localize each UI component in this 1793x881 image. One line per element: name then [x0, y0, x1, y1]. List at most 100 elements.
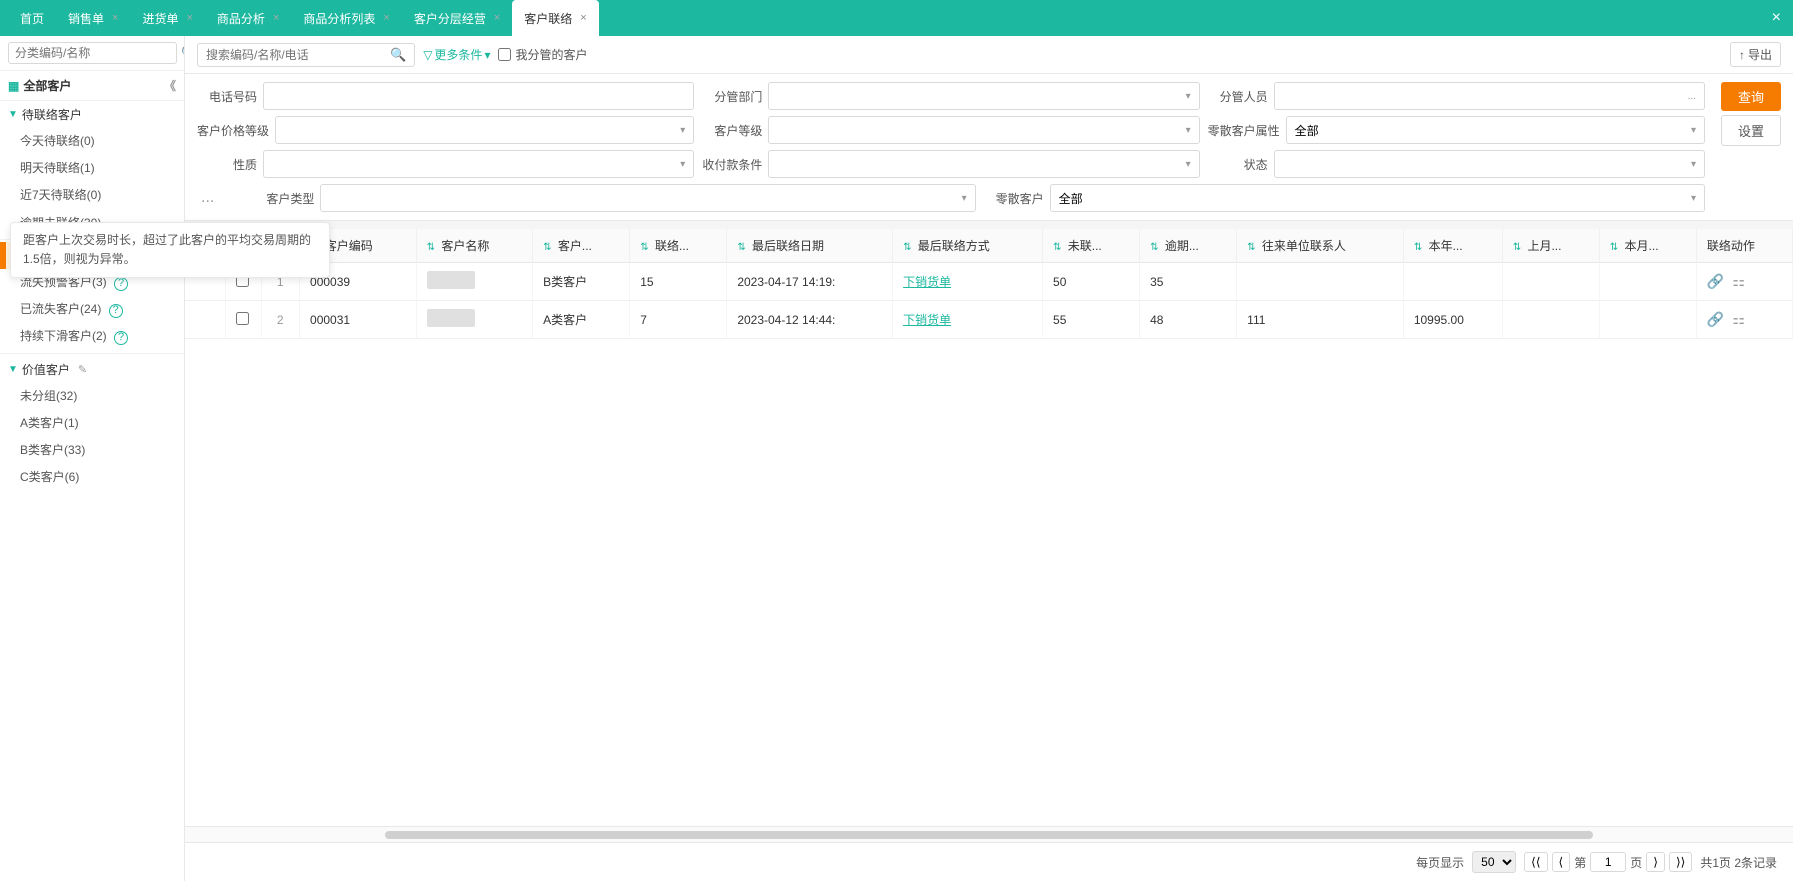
customer-grade-select[interactable]: ▾ [768, 116, 1199, 144]
page-prev-button[interactable]: ⟨ [1552, 852, 1571, 872]
tab-customer-contact[interactable]: 客户联络 × [512, 0, 598, 36]
row1-view-icon[interactable]: 🔗 [1707, 273, 1724, 290]
sidebar-item-tomorrow[interactable]: 明天待联络(1) [0, 155, 184, 182]
filter-search-box: 🔍 [197, 43, 415, 67]
export-button[interactable]: ↑ 导出 [1730, 42, 1781, 67]
settings-button[interactable]: 设置 [1721, 115, 1781, 146]
person-select[interactable]: ... [1274, 82, 1705, 110]
all-customers-label: 全部客户 [23, 77, 71, 94]
col-this-month[interactable]: ⇅ 本月... [1599, 229, 1696, 263]
horizontal-scrollbar[interactable] [185, 826, 1793, 842]
churned-info-icon[interactable]: ? [109, 304, 123, 318]
current-page-input[interactable] [1590, 852, 1626, 872]
col-contact-count[interactable]: ⇅ 联络... [630, 229, 727, 263]
filter-retail-attr: 零散客户属性 全部 ▾ [1208, 116, 1705, 144]
row2-checkbox[interactable] [236, 312, 249, 325]
window-close-button[interactable]: × [1772, 9, 1781, 27]
col-this-year[interactable]: ⇅ 本年... [1403, 229, 1502, 263]
query-button[interactable]: 查询 [1721, 82, 1781, 111]
sidebar-item-class-b[interactable]: B类客户(33) [0, 437, 184, 464]
page-last-button[interactable]: ⟩⟩ [1669, 852, 1692, 872]
filter-customer-grade: 客户等级 ▾ [702, 116, 1199, 144]
sidebar-item-churned[interactable]: 已流失客户(24) ? [0, 296, 184, 323]
row2-last-contact-method[interactable]: 下销货单 [893, 301, 1043, 339]
col-overdue[interactable]: ⇅ 逾期... [1140, 229, 1237, 263]
tab-home[interactable]: 首页 [8, 0, 56, 36]
more-conditions-button[interactable]: ▽ 更多条件 ▾ [423, 46, 490, 63]
status-select[interactable]: ▾ [1274, 150, 1705, 178]
tab-sales-label: 销售单 [68, 10, 104, 27]
col-not-contacted[interactable]: ⇅ 未联... [1043, 229, 1140, 263]
sidebar-item-class-c[interactable]: C类客户(6) [0, 464, 184, 491]
sidebar-group-pending-title[interactable]: ▼ 待联络客户 [0, 101, 184, 128]
tab-customer-contact-close[interactable]: × [580, 12, 586, 24]
payment-select[interactable]: ▾ [768, 150, 1199, 178]
tab-purchase[interactable]: 进货单 × [130, 0, 204, 36]
edit-icon[interactable]: ✎ [78, 363, 87, 376]
row2-more-icon[interactable]: ⚏ [1732, 311, 1745, 328]
pagination: 每页显示 50 ⟨⟨ ⟨ 第 页 ⟩ ⟩⟩ 共1页 2条记录 [185, 842, 1793, 881]
filter-search-icon[interactable]: 🔍 [390, 47, 406, 63]
row1-overdue: 35 [1140, 263, 1237, 301]
tab-customer-stratification[interactable]: 客户分层经营 × [402, 0, 512, 36]
tab-product-analysis-close[interactable]: × [273, 12, 279, 24]
sidebar-item-ungroup[interactable]: 未分组(32) [0, 383, 184, 410]
sidebar-item-class-a[interactable]: A类客户(1) [0, 410, 184, 437]
declining-info-icon[interactable]: ? [114, 331, 128, 345]
page-next-button[interactable]: ⟩ [1646, 852, 1665, 872]
gender-label: 性质 [197, 156, 257, 173]
filter-person: 分管人员 ... [1208, 82, 1705, 110]
row1-last-contact-method[interactable]: 下销货单 [893, 263, 1043, 301]
col-last-contact-method[interactable]: ⇅ 最后联络方式 [893, 229, 1043, 263]
filter-ellipsis-button[interactable]: ... [201, 189, 214, 207]
sort-icon6: ⇅ [903, 242, 911, 253]
retail-select[interactable]: 全部 ▾ [1050, 184, 1705, 212]
row2-name-blur [427, 309, 475, 327]
row2-this-month [1599, 301, 1696, 339]
scrollbar-track[interactable] [385, 831, 1593, 839]
col-last-month[interactable]: ⇅ 上月... [1502, 229, 1599, 263]
tab-product-analysis-list-close[interactable]: × [383, 12, 389, 24]
row1-action-icons: 🔗 ⚏ [1707, 273, 1782, 290]
filter-search-input[interactable] [206, 48, 386, 62]
col-customer-type[interactable]: ⇅ 客户... [533, 229, 630, 263]
sidebar-item-7days[interactable]: 近7天待联络(0) [0, 182, 184, 209]
my-customers-check[interactable] [498, 48, 511, 61]
tab-product-analysis-list[interactable]: 商品分析列表 × [291, 0, 401, 36]
sidebar-collapse-icon[interactable]: 《 [164, 77, 176, 94]
dept-select[interactable]: ▾ [768, 82, 1199, 110]
retail-value: 全部 [1059, 190, 1083, 207]
sidebar-group2-value-customers[interactable]: ▼ 价值客户 ✎ [0, 356, 184, 383]
row1-customer-name [416, 263, 533, 301]
sidebar-all-customers[interactable]: ▦ 全部客户 《 [0, 71, 184, 101]
chevron-down-icon: ▾ [484, 48, 490, 62]
retail-attr-select[interactable]: 全部 ▾ [1286, 116, 1705, 144]
page-label: 第 [1574, 854, 1586, 871]
col-unit-contact[interactable]: ⇅ 往来单位联系人 [1237, 229, 1404, 263]
per-page-label: 每页显示 [1416, 854, 1464, 871]
sidebar-item-today[interactable]: 今天待联络(0) [0, 128, 184, 155]
my-customers-checkbox[interactable]: 我分管的客户 [498, 46, 587, 63]
page-first-button[interactable]: ⟨⟨ [1524, 852, 1547, 872]
price-grade-select[interactable]: ▾ [275, 116, 694, 144]
churn-warning-info-icon[interactable]: ? [114, 277, 128, 291]
row2-action: 🔗 ⚏ [1696, 301, 1792, 339]
col-customer-name[interactable]: ⇅ 客户名称 [416, 229, 533, 263]
col-last-contact-date[interactable]: ⇅ 最后联络日期 [727, 229, 893, 263]
row2-this-year: 10995.00 [1403, 301, 1502, 339]
phone-input[interactable] [263, 82, 694, 110]
sidebar-item-declining[interactable]: 持续下滑客户(2) ? [0, 323, 184, 350]
per-page-select[interactable]: 50 [1472, 851, 1516, 873]
phone-label: 电话号码 [197, 88, 257, 105]
sidebar-search-input[interactable] [8, 42, 177, 64]
tab-sales[interactable]: 销售单 × [56, 0, 130, 36]
row2-customer-code[interactable]: 000031 [300, 301, 417, 339]
row2-view-icon[interactable]: 🔗 [1707, 311, 1724, 328]
customer-type-select[interactable]: ▾ [320, 184, 975, 212]
row1-more-icon[interactable]: ⚏ [1732, 273, 1745, 290]
gender-select[interactable]: ▾ [263, 150, 694, 178]
tab-sales-close[interactable]: × [112, 12, 118, 24]
tab-purchase-close[interactable]: × [186, 12, 192, 24]
tab-product-analysis[interactable]: 商品分析 × [205, 0, 291, 36]
tab-customer-stratification-close[interactable]: × [494, 12, 500, 24]
